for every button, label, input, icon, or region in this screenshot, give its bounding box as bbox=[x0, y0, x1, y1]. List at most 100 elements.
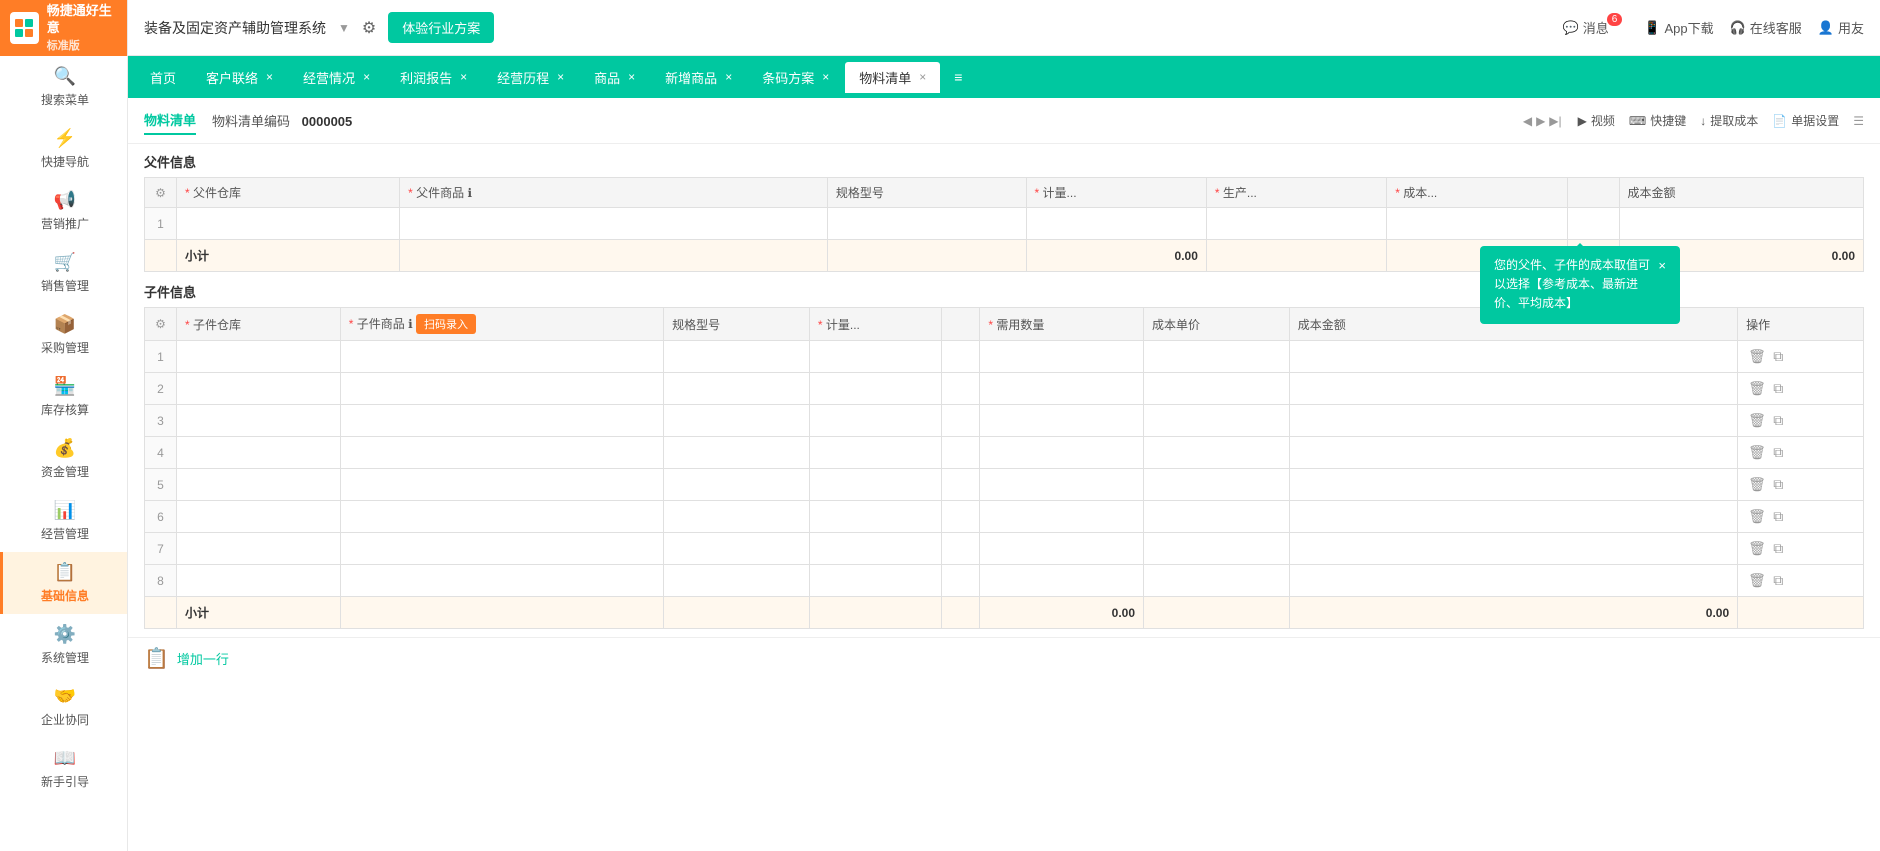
shortcut-button[interactable]: ⌨ 快捷键 bbox=[1629, 112, 1686, 129]
add-row-label[interactable]: 增加一行 bbox=[177, 649, 229, 668]
child-goods-7[interactable] bbox=[340, 533, 663, 565]
child-spec-4[interactable] bbox=[664, 437, 810, 469]
tab-operations-status[interactable]: 经营情况 × bbox=[289, 62, 384, 93]
child-unit-cost-8[interactable] bbox=[1144, 565, 1290, 597]
child-spec-6[interactable] bbox=[664, 501, 810, 533]
scan-input-button[interactable]: 扫码录入 bbox=[416, 314, 476, 334]
tab-add-goods-close[interactable]: × bbox=[725, 70, 732, 84]
child-spec-1[interactable] bbox=[664, 341, 810, 373]
trial-button[interactable]: 体验行业方案 bbox=[388, 12, 494, 43]
copy-icon-2[interactable]: ⧉ bbox=[1773, 380, 1783, 396]
single-setting-button[interactable]: 📄 单据设置 bbox=[1772, 112, 1839, 129]
child-warehouse-3[interactable] bbox=[177, 405, 341, 437]
child-unit-1[interactable] bbox=[809, 341, 941, 373]
sidebar-item-basic-info[interactable]: 📋 基础信息 bbox=[0, 552, 127, 614]
tab-profit[interactable]: 利润报告 × bbox=[386, 62, 481, 93]
tab-history[interactable]: 经营历程 × bbox=[483, 62, 578, 93]
sidebar-item-search[interactable]: 🔍 搜索菜单 bbox=[0, 56, 127, 118]
child-unit-cost-1[interactable] bbox=[1144, 341, 1290, 373]
delete-icon-7[interactable]: 🗑 bbox=[1748, 540, 1766, 556]
child-goods-4[interactable] bbox=[340, 437, 663, 469]
tab-material-close[interactable]: × bbox=[919, 70, 926, 84]
sidebar-item-quick-nav[interactable]: ⚡ 快捷导航 bbox=[0, 118, 127, 180]
child-warehouse-4[interactable] bbox=[177, 437, 341, 469]
delete-icon-1[interactable]: 🗑 bbox=[1748, 348, 1766, 364]
child-col-settings[interactable]: ⚙ bbox=[145, 308, 177, 341]
tooltip-close-button[interactable]: × bbox=[1658, 256, 1666, 277]
child-unit-cost-4[interactable] bbox=[1144, 437, 1290, 469]
child-warehouse-8[interactable] bbox=[177, 565, 341, 597]
child-qty-1[interactable] bbox=[980, 341, 1144, 373]
child-unit-cost-6[interactable] bbox=[1144, 501, 1290, 533]
child-qty-2[interactable] bbox=[980, 373, 1144, 405]
child-spec-5[interactable] bbox=[664, 469, 810, 501]
child-unit-8[interactable] bbox=[809, 565, 941, 597]
sidebar-item-marketing[interactable]: 📢 营销推广 bbox=[0, 180, 127, 242]
child-unit-6[interactable] bbox=[809, 501, 941, 533]
layout-toggle-button[interactable]: ☰ bbox=[1853, 114, 1864, 128]
tab-barcode[interactable]: 条码方案 × bbox=[748, 62, 843, 93]
child-qty-8[interactable] bbox=[980, 565, 1144, 597]
child-warehouse-2[interactable] bbox=[177, 373, 341, 405]
copy-icon-6[interactable]: ⧉ bbox=[1773, 508, 1783, 524]
tab-customer-close[interactable]: × bbox=[266, 70, 273, 84]
child-goods-6[interactable] bbox=[340, 501, 663, 533]
tab-add-goods[interactable]: 新增商品 × bbox=[651, 62, 746, 93]
child-goods-1[interactable] bbox=[340, 341, 663, 373]
copy-icon-5[interactable]: ⧉ bbox=[1773, 476, 1783, 492]
child-spec-7[interactable] bbox=[664, 533, 810, 565]
child-warehouse-7[interactable] bbox=[177, 533, 341, 565]
delete-icon-3[interactable]: 🗑 bbox=[1748, 412, 1766, 428]
tab-customer[interactable]: 客户联络 × bbox=[192, 62, 287, 93]
copy-icon-3[interactable]: ⧉ bbox=[1773, 412, 1783, 428]
child-spec-2[interactable] bbox=[664, 373, 810, 405]
view-button[interactable]: ▶ 视频 bbox=[1578, 112, 1615, 129]
parent-goods-cell[interactable] bbox=[400, 208, 828, 240]
tab-history-close[interactable]: × bbox=[557, 70, 564, 84]
sidebar-item-finance[interactable]: 💰 资金管理 bbox=[0, 428, 127, 490]
tab-barcode-close[interactable]: × bbox=[822, 70, 829, 84]
child-qty-5[interactable] bbox=[980, 469, 1144, 501]
online-service-button[interactable]: 🎧 在线客服 bbox=[1730, 18, 1802, 37]
close-all-icon[interactable]: ≡ bbox=[950, 65, 966, 89]
user-menu[interactable]: 👤 用友 bbox=[1818, 18, 1864, 37]
next-arrow-button[interactable]: ▶ bbox=[1536, 114, 1545, 128]
app-download-button[interactable]: 📱 App下载 bbox=[1644, 18, 1713, 37]
sidebar-item-guide[interactable]: 📖 新手引导 bbox=[0, 738, 127, 800]
sidebar-item-operations[interactable]: 📊 经营管理 bbox=[0, 490, 127, 552]
extract-cost-button[interactable]: ↓ 提取成本 bbox=[1700, 112, 1758, 129]
delete-icon-8[interactable]: 🗑 bbox=[1748, 572, 1766, 588]
tab-goods[interactable]: 商品 × bbox=[580, 62, 649, 93]
child-qty-7[interactable] bbox=[980, 533, 1144, 565]
child-warehouse-6[interactable] bbox=[177, 501, 341, 533]
tab-home[interactable]: 首页 bbox=[136, 62, 190, 93]
child-goods-3[interactable] bbox=[340, 405, 663, 437]
child-unit-cost-3[interactable] bbox=[1144, 405, 1290, 437]
parent-cost-cell[interactable] bbox=[1387, 208, 1567, 240]
tab-goods-close[interactable]: × bbox=[628, 70, 635, 84]
child-unit-2[interactable] bbox=[809, 373, 941, 405]
copy-icon-8[interactable]: ⧉ bbox=[1773, 572, 1783, 588]
child-goods-8[interactable] bbox=[340, 565, 663, 597]
dropdown-arrow-icon[interactable]: ▼ bbox=[338, 21, 350, 35]
child-spec-8[interactable] bbox=[664, 565, 810, 597]
sidebar-item-enterprise[interactable]: 🤝 企业协同 bbox=[0, 676, 127, 738]
child-unit-4[interactable] bbox=[809, 437, 941, 469]
child-unit-7[interactable] bbox=[809, 533, 941, 565]
sub-nav-material-list[interactable]: 物料清单 bbox=[144, 106, 196, 135]
parent-col-settings[interactable]: ⚙ bbox=[145, 178, 177, 208]
child-unit-cost-2[interactable] bbox=[1144, 373, 1290, 405]
child-qty-4[interactable] bbox=[980, 437, 1144, 469]
sidebar-item-system[interactable]: ⚙️ 系统管理 bbox=[0, 614, 127, 676]
copy-icon-1[interactable]: ⧉ bbox=[1773, 348, 1783, 364]
delete-icon-4[interactable]: 🗑 bbox=[1748, 444, 1766, 460]
child-qty-3[interactable] bbox=[980, 405, 1144, 437]
child-unit-3[interactable] bbox=[809, 405, 941, 437]
sidebar-item-sales[interactable]: 🛒 销售管理 bbox=[0, 242, 127, 304]
delete-icon-6[interactable]: 🗑 bbox=[1748, 508, 1766, 524]
parent-production-cell[interactable] bbox=[1206, 208, 1386, 240]
parent-spec-cell[interactable] bbox=[827, 208, 1026, 240]
copy-icon-4[interactable]: ⧉ bbox=[1773, 444, 1783, 460]
child-warehouse-1[interactable] bbox=[177, 341, 341, 373]
child-goods-5[interactable] bbox=[340, 469, 663, 501]
